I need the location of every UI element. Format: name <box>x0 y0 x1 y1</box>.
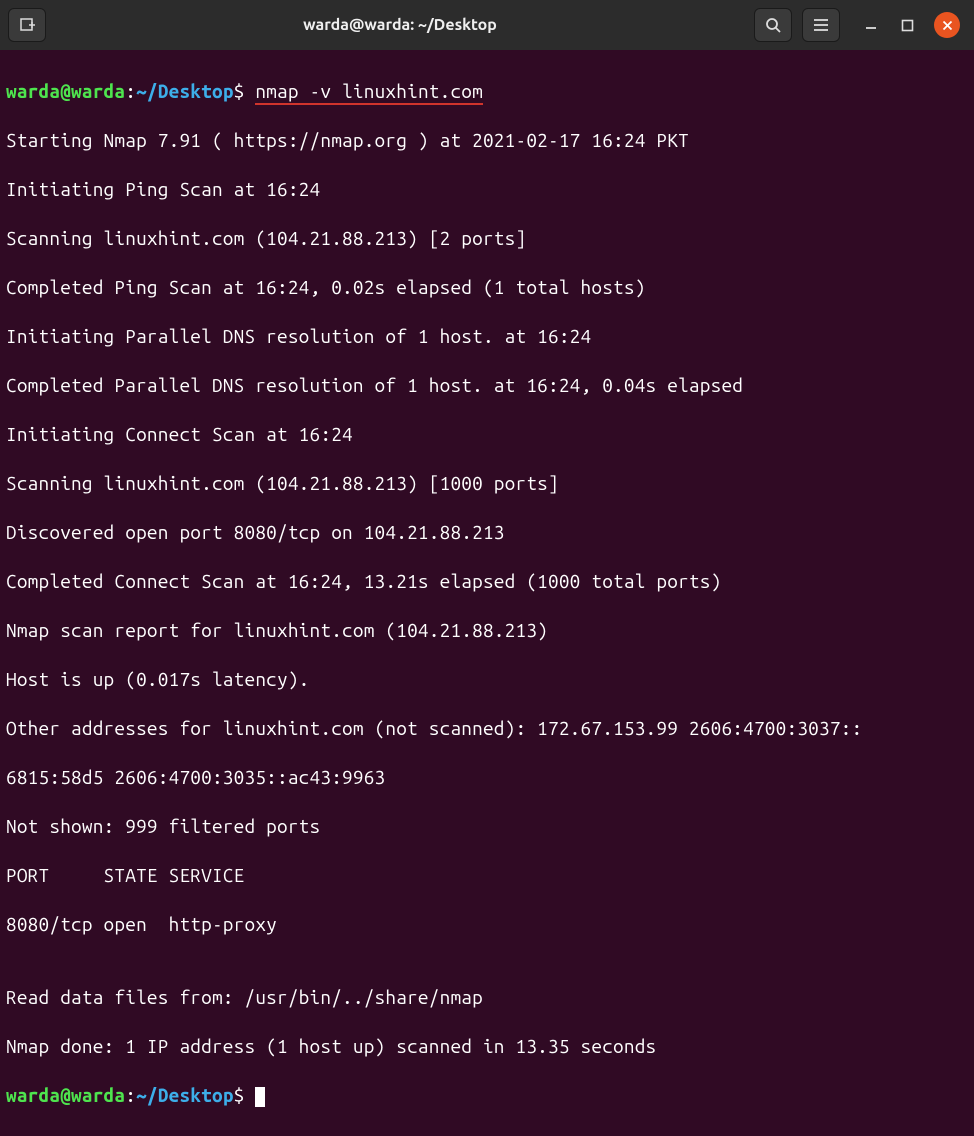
minimize-button[interactable] <box>862 16 880 34</box>
cursor <box>255 1087 265 1107</box>
minimize-icon <box>864 18 878 32</box>
output-line: Nmap scan report for linuxhint.com (104.… <box>6 618 968 643</box>
output-line: Scanning linuxhint.com (104.21.88.213) [… <box>6 226 968 251</box>
prompt-path: ~/Desktop <box>136 1084 234 1106</box>
prompt-colon: : <box>125 80 136 102</box>
search-icon <box>765 17 781 33</box>
window-title: warda@warda: ~/Desktop <box>54 16 746 34</box>
output-line: Initiating Parallel DNS resolution of 1 … <box>6 324 968 349</box>
prompt-user: warda@warda <box>6 80 125 102</box>
output-line: Host is up (0.017s latency). <box>6 667 968 692</box>
prompt-line-1: warda@warda:~/Desktop$ nmap -v linuxhint… <box>6 79 968 104</box>
output-line: Completed Parallel DNS resolution of 1 h… <box>6 373 968 398</box>
output-line: 8080/tcp open http-proxy <box>6 912 968 937</box>
output-line: Starting Nmap 7.91 ( https://nmap.org ) … <box>6 128 968 153</box>
titlebar-right <box>754 8 966 42</box>
output-line: Completed Connect Scan at 16:24, 13.21s … <box>6 569 968 594</box>
new-tab-icon <box>18 16 36 34</box>
prompt-colon: : <box>125 1084 136 1106</box>
prompt-path: ~/Desktop <box>136 80 234 102</box>
entered-command: nmap -v linuxhint.com <box>255 80 483 105</box>
menu-button[interactable] <box>802 8 840 42</box>
output-line: Completed Ping Scan at 16:24, 0.02s elap… <box>6 275 968 300</box>
titlebar-left <box>8 8 46 42</box>
prompt-dollar: $ <box>234 80 245 102</box>
titlebar: warda@warda: ~/Desktop <box>0 0 974 50</box>
terminal-area[interactable]: warda@warda:~/Desktop$ nmap -v linuxhint… <box>0 50 974 1136</box>
close-button[interactable] <box>934 12 960 38</box>
output-line: Initiating Connect Scan at 16:24 <box>6 422 968 447</box>
search-button[interactable] <box>754 8 792 42</box>
new-tab-button[interactable] <box>8 8 46 42</box>
prompt-line-2: warda@warda:~/Desktop$ <box>6 1083 968 1108</box>
prompt-user: warda@warda <box>6 1084 125 1106</box>
maximize-button[interactable] <box>898 16 916 34</box>
output-line: Discovered open port 8080/tcp on 104.21.… <box>6 520 968 545</box>
output-line: PORT STATE SERVICE <box>6 863 968 888</box>
output-line: 6815:58d5 2606:4700:3035::ac43:9963 <box>6 765 968 790</box>
window-controls <box>862 12 960 38</box>
hamburger-icon <box>813 18 829 32</box>
close-icon <box>942 20 953 31</box>
output-line: Nmap done: 1 IP address (1 host up) scan… <box>6 1034 968 1059</box>
prompt-dollar: $ <box>234 1084 245 1106</box>
output-line: Scanning linuxhint.com (104.21.88.213) [… <box>6 471 968 496</box>
output-line: Other addresses for linuxhint.com (not s… <box>6 716 968 741</box>
output-line: Not shown: 999 filtered ports <box>6 814 968 839</box>
output-line: Initiating Ping Scan at 16:24 <box>6 177 968 202</box>
maximize-icon <box>901 19 914 32</box>
output-line: Read data files from: /usr/bin/../share/… <box>6 985 968 1010</box>
